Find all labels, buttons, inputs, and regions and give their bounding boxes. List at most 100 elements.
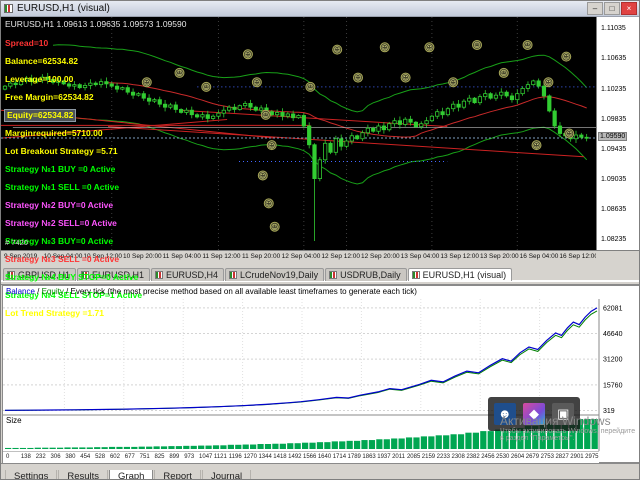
time-label: 16 Sep 12:00 xyxy=(559,253,599,260)
lot-size-bar xyxy=(220,445,227,449)
maximize-button[interactable]: □ xyxy=(604,2,620,15)
svg-text:☺: ☺ xyxy=(334,46,341,54)
overlay-line: Leverage=100.00 xyxy=(5,74,74,84)
legend-balance: Balance xyxy=(6,287,35,296)
lot-size-bar xyxy=(480,431,487,449)
lot-size-bar xyxy=(391,438,398,449)
lot-size-bar xyxy=(517,427,524,449)
svg-text:☺: ☺ xyxy=(500,70,507,78)
overlay-line: Balance=62534.82 xyxy=(5,56,79,66)
trade-number-label: 2382 xyxy=(466,454,480,460)
svg-text:☺: ☺ xyxy=(426,44,433,52)
axis-corner xyxy=(596,250,639,263)
trade-number-label: 1863 xyxy=(362,454,376,460)
trade-number-label: 825 xyxy=(154,454,165,460)
price-label: 1.09835 xyxy=(601,115,627,123)
time-label: 11 Sep 04:00 xyxy=(162,253,201,260)
chart-icon xyxy=(4,4,13,13)
svg-text:☺: ☺ xyxy=(271,223,278,231)
lot-size-bar xyxy=(227,444,234,449)
lot-size-bar xyxy=(257,444,264,449)
current-price-label: 1.09590 xyxy=(597,132,628,141)
svg-text:☺: ☺ xyxy=(143,79,150,87)
trade-number-label: 1270 xyxy=(243,454,257,460)
trade-number-label: 602 xyxy=(109,454,120,460)
time-label: 12 Sep 12:00 xyxy=(321,253,361,260)
tab-symbol-6[interactable]: EURUSD,H1 (visual) xyxy=(407,268,513,282)
lot-size-bar xyxy=(168,446,175,449)
lot-size-bar xyxy=(12,447,19,449)
lot-size-bar xyxy=(56,447,64,449)
svg-text:☺: ☺ xyxy=(259,172,266,180)
taskbar-icon-popup: ☻ ◆ ▣ xyxy=(488,397,580,431)
trade-number-label: 1418 xyxy=(273,454,287,460)
svg-text:☺: ☺ xyxy=(176,70,183,78)
svg-text:☺: ☺ xyxy=(265,200,272,208)
tab-settings[interactable]: Settings xyxy=(5,470,58,479)
lot-size-bar xyxy=(175,446,182,449)
trade-number-label: 2530 xyxy=(496,454,510,460)
price-axis[interactable]: 1.11035 1.10635 1.10235 1.09835 1.09435 1.090… xyxy=(596,17,639,250)
lot-size-bar xyxy=(302,442,309,449)
overlay-line: Strategy №4 BUY STOP=0 Active xyxy=(5,272,139,282)
popup-icon-1[interactable]: ☻ xyxy=(493,403,516,425)
tab-symbol-4[interactable]: LCrudeNov19,Daily xyxy=(225,268,325,282)
lot-size-bar xyxy=(190,445,197,449)
trade-number-label: 677 xyxy=(124,454,135,460)
svg-text:☺: ☺ xyxy=(473,42,480,50)
overlay-line: Strategy №2 SELL=0 Active xyxy=(5,218,117,228)
lot-size-bar xyxy=(383,439,390,449)
popup-icon-3[interactable]: ▣ xyxy=(552,403,575,425)
lot-size-bar xyxy=(487,431,494,449)
lot-size-bar xyxy=(212,445,220,449)
trade-number-label: 2085 xyxy=(406,454,421,460)
svg-text:☺: ☺ xyxy=(381,44,388,52)
trade-number-label: 454 xyxy=(80,454,91,460)
ohlc-info-line: EURUSD,H1 1.09613 1.09635 1.09573 1.0959… xyxy=(5,19,187,29)
tab-journal[interactable]: Journal xyxy=(201,470,252,479)
graph-legend: Balance / Equity / Every tick (the most … xyxy=(6,287,417,296)
trade-number-label: 751 xyxy=(139,454,150,460)
lot-size-bar xyxy=(450,434,457,449)
price-chart[interactable]: ☺ ☺ ☺ ☺ ☺ ☺ ☺ ☺ ☺ ☺ ☺ ☺ ☺ ☺ ☺ ☺ ☺ ☺ ☺ ☺ ☺ ☺ ☺ ☺ EURUSD,H1 1.096… xyxy=(1,17,639,318)
trade-number-label: 528 xyxy=(95,454,106,460)
price-label: 1.09035 xyxy=(601,175,627,183)
overlay-line: Lot Breakout Strategy =5.71 xyxy=(5,146,118,156)
lot-size-bar xyxy=(279,443,286,449)
tab-results[interactable]: Results xyxy=(58,470,109,479)
lot-size-bar xyxy=(346,440,353,449)
overlay-line: Strategy №3 SELL =0 Active xyxy=(5,254,120,264)
window-title: EURUSD,H1 (visual) xyxy=(17,3,110,14)
lot-size-bar xyxy=(398,438,405,449)
tab-report[interactable]: Report xyxy=(154,470,201,479)
time-label: 13 Sep 04:00 xyxy=(400,253,440,260)
legend-model: / Every tick (the most precise method ba… xyxy=(63,287,417,296)
lot-size-bar xyxy=(250,444,257,449)
lot-size-bar xyxy=(353,440,361,449)
lot-size-bar xyxy=(465,432,472,449)
trade-number-label: 232 xyxy=(35,454,46,460)
tab-graph[interactable]: Graph xyxy=(109,470,154,479)
tester-tabs: Settings Results Graph Report Journal xyxy=(1,463,639,479)
tab-symbol-5[interactable]: USDRUB,Daily xyxy=(325,268,407,282)
close-button[interactable]: × xyxy=(621,2,637,15)
lot-size-bar xyxy=(376,439,383,449)
trade-number-label: 1492 xyxy=(288,454,302,460)
svg-text:☺: ☺ xyxy=(563,53,570,61)
trade-number-label: 380 xyxy=(65,454,76,460)
popup-icon-2[interactable]: ◆ xyxy=(522,403,545,425)
overlay-line: Strategy №2 BUY=0 Active xyxy=(5,200,114,210)
legend-separator: / xyxy=(34,287,42,296)
overlay-line: Strategy №1 SELL =0 Active xyxy=(5,182,120,192)
minimize-button[interactable]: – xyxy=(587,2,603,15)
lot-size-bar xyxy=(19,447,27,449)
lot-size-bar xyxy=(495,429,502,449)
lot-size-bar xyxy=(79,447,86,449)
svg-text:☺: ☺ xyxy=(354,74,361,82)
lot-size-bar xyxy=(428,436,435,449)
time-label: 12 Sep 20:00 xyxy=(361,253,400,260)
chart-icon xyxy=(155,271,164,279)
lot-size-bar xyxy=(264,444,272,449)
lot-size-bar xyxy=(146,446,153,449)
tab-symbol-3[interactable]: EURUSD,H4 xyxy=(151,268,225,282)
